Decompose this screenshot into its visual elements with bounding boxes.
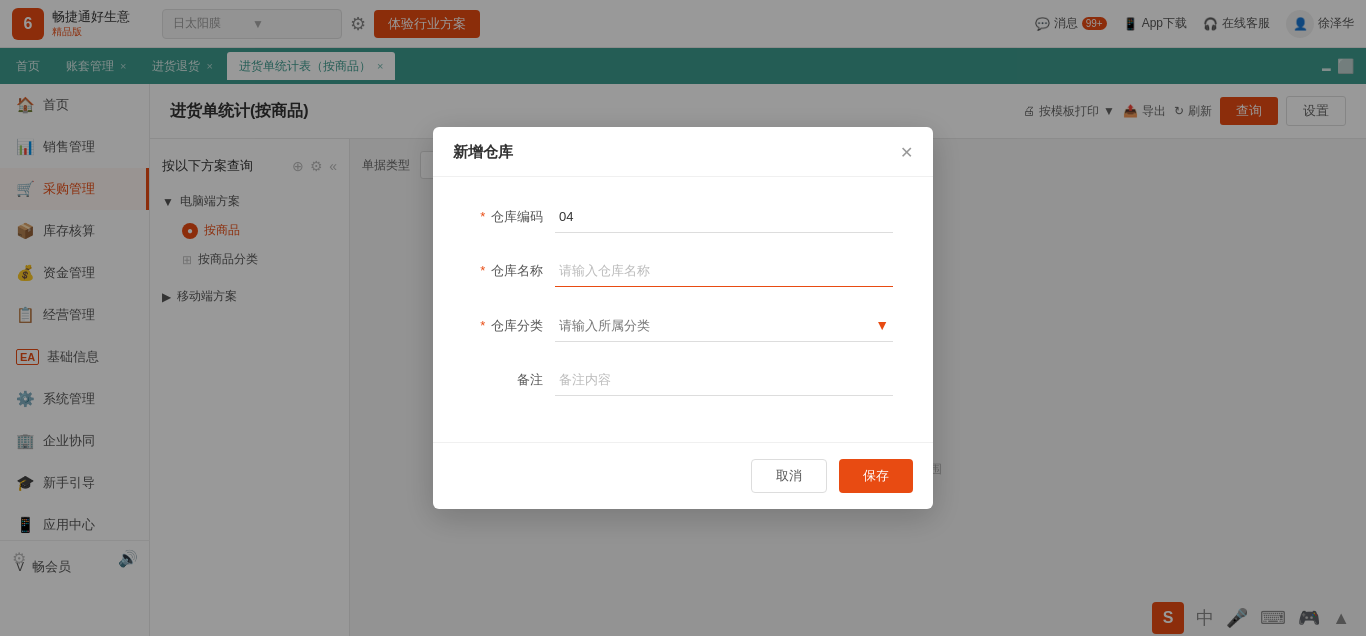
dialog-body: * 仓库编码 * 仓库名称 * 仓库分类: [433, 177, 933, 442]
dialog-overlay: 新增仓库 ✕ * 仓库编码 * 仓库名称: [0, 0, 1366, 636]
remark-input[interactable]: [555, 364, 893, 396]
form-row-name: * 仓库名称: [473, 255, 893, 287]
code-input[interactable]: [555, 201, 893, 233]
dialog-footer: 取消 保存: [433, 442, 933, 509]
required-star-name: *: [480, 263, 485, 278]
new-warehouse-dialog: 新增仓库 ✕ * 仓库编码 * 仓库名称: [433, 127, 933, 509]
form-row-category: * 仓库分类 ▼: [473, 309, 893, 342]
dialog-header: 新增仓库 ✕: [433, 127, 933, 177]
remark-label: 备注: [473, 371, 543, 389]
dialog-close-btn[interactable]: ✕: [900, 143, 913, 162]
required-star-code: *: [480, 209, 485, 224]
name-label: * 仓库名称: [473, 262, 543, 280]
form-row-code: * 仓库编码: [473, 201, 893, 233]
category-dropdown-icon[interactable]: ▼: [875, 317, 889, 333]
name-input[interactable]: [555, 255, 893, 287]
category-input[interactable]: [555, 309, 893, 341]
dialog-title: 新增仓库: [453, 143, 513, 162]
save-btn[interactable]: 保存: [839, 459, 913, 493]
cancel-btn[interactable]: 取消: [751, 459, 827, 493]
form-row-remark: 备注: [473, 364, 893, 396]
required-star-category: *: [480, 318, 485, 333]
category-label: * 仓库分类: [473, 317, 543, 335]
category-select-wrap: ▼: [555, 309, 893, 342]
code-label: * 仓库编码: [473, 208, 543, 226]
